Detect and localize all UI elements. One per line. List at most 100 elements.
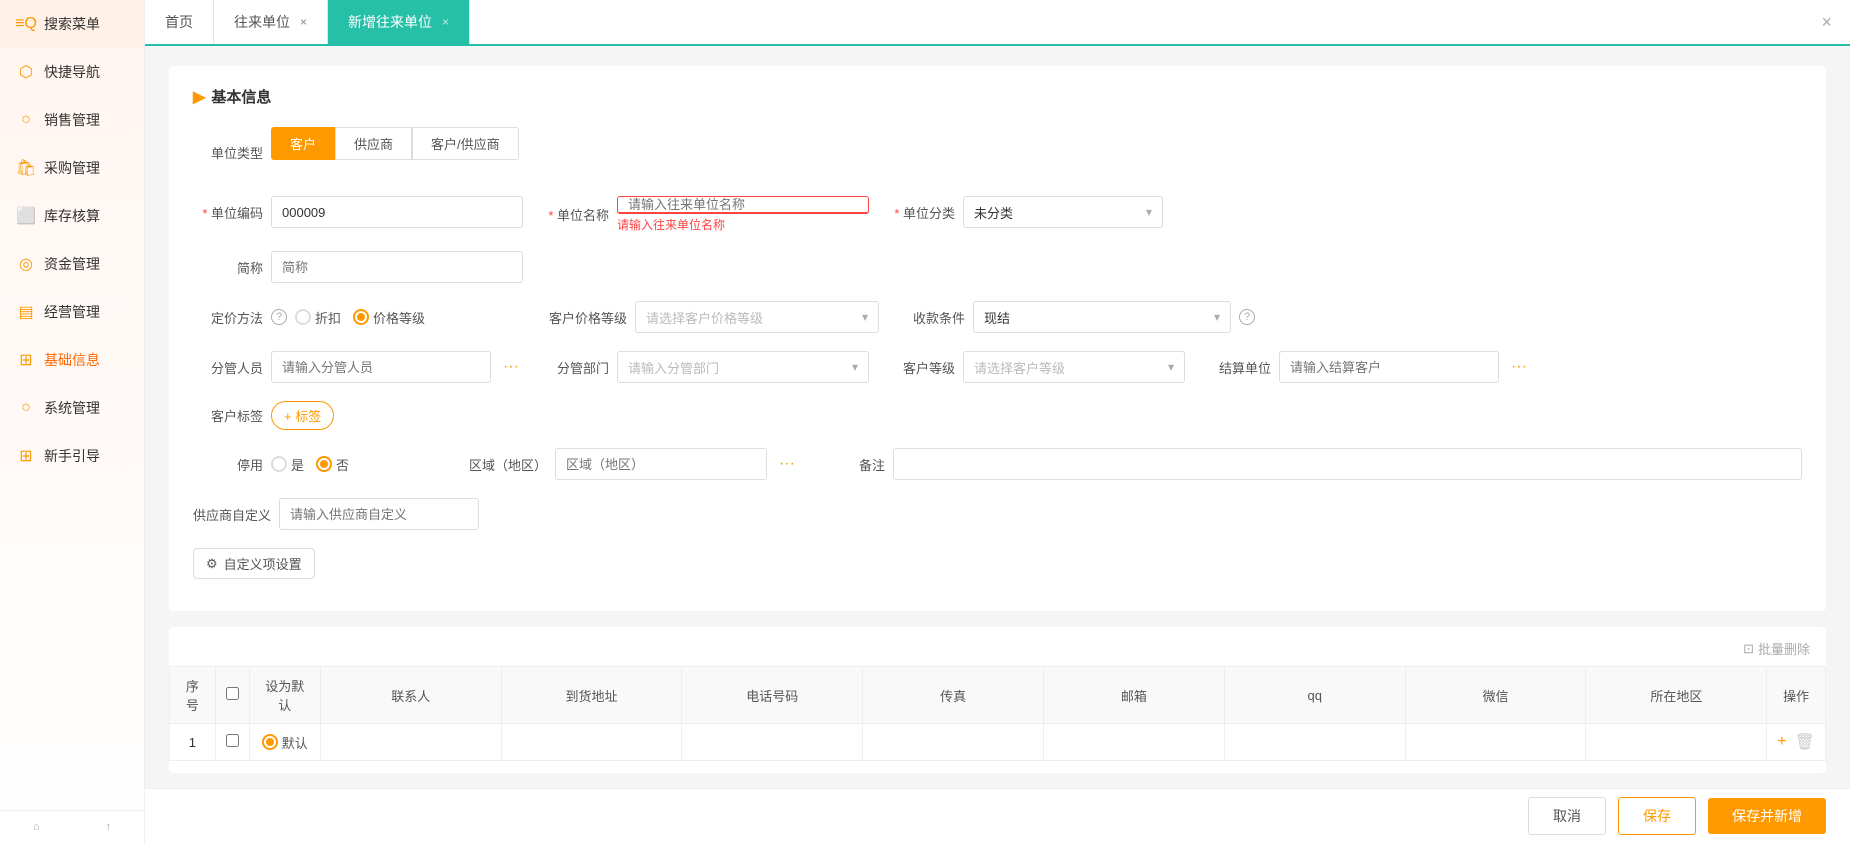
unit-code-input[interactable] bbox=[271, 196, 523, 228]
sidebar-item-quick-nav[interactable]: ⬡ 快捷导航 bbox=[0, 48, 144, 96]
custom-settings-button[interactable]: ⚙ 自定义项设置 bbox=[193, 548, 315, 579]
wechat-input[interactable] bbox=[1416, 735, 1576, 750]
tag-add-button[interactable]: + 标签 bbox=[271, 401, 334, 430]
tab-bar-close-btn[interactable]: × bbox=[1803, 12, 1850, 33]
btn-both[interactable]: 客户/供应商 bbox=[412, 127, 519, 160]
settlement-input[interactable] bbox=[1279, 351, 1499, 383]
col-header-address: 到货地址 bbox=[501, 667, 682, 724]
sidebar-bottom-btn-2[interactable]: ↑ bbox=[106, 821, 112, 833]
sidebar-item-sales[interactable]: ○ 销售管理 bbox=[0, 96, 144, 144]
batch-delete-button[interactable]: ⊡ 批量删除 bbox=[1743, 639, 1810, 658]
dept-select[interactable]: 请输入分管部门 ▾ bbox=[617, 351, 869, 383]
manager-input[interactable] bbox=[271, 351, 491, 383]
custom-settings-area: ⚙ 自定义项设置 bbox=[193, 548, 1802, 591]
save-and-new-button[interactable]: 保存并新增 bbox=[1708, 798, 1826, 834]
btn-customer[interactable]: 客户 bbox=[271, 127, 335, 160]
tab-new-contact[interactable]: 新增往来单位 × bbox=[328, 0, 470, 44]
customer-level-placeholder: 请选择客户等级 bbox=[974, 358, 1065, 377]
section-icon: ▶ bbox=[193, 87, 205, 107]
supplier-custom-input[interactable] bbox=[279, 498, 479, 530]
region-table-input[interactable] bbox=[1596, 735, 1756, 750]
col-header-qq: qq bbox=[1224, 667, 1405, 724]
unit-name-input[interactable] bbox=[617, 196, 869, 214]
sidebar-bottom-btn-1[interactable]: ⌂ bbox=[33, 821, 40, 833]
cell-default: 默认 bbox=[249, 724, 320, 761]
default-radio-circle bbox=[262, 734, 278, 750]
sidebar-item-label: 资金管理 bbox=[44, 254, 100, 274]
payment-terms-help-icon[interactable]: ? bbox=[1239, 309, 1255, 325]
delete-row-button[interactable]: 🗑 bbox=[1795, 732, 1815, 752]
region-more-icon[interactable]: ··· bbox=[775, 455, 799, 473]
cancel-button[interactable]: 取消 bbox=[1528, 797, 1606, 835]
radio-price-level-label: 价格等级 bbox=[373, 308, 425, 327]
unit-category-select[interactable]: 未分类 ▾ bbox=[963, 196, 1163, 228]
customer-price-select[interactable]: 请选择客户价格等级 ▾ bbox=[635, 301, 879, 333]
tab-contacts-label: 往来单位 bbox=[234, 12, 290, 32]
sidebar-item-inventory[interactable]: ⬜ 库存核算 bbox=[0, 192, 144, 240]
radio-discount-label: 折扣 bbox=[315, 308, 341, 327]
page-content: ▶ 基本信息 单位类型 客户 供应商 客户/供应商 单位编码 bbox=[145, 46, 1850, 788]
customer-price-group: 客户价格等级 请选择客户价格等级 ▾ bbox=[549, 301, 879, 333]
short-name-group: 简称 bbox=[193, 251, 523, 283]
fax-input[interactable] bbox=[873, 735, 1033, 750]
remark-input[interactable] bbox=[893, 448, 1802, 480]
col-header-checkbox bbox=[215, 667, 249, 724]
sidebar-item-finance[interactable]: ◎ 资金管理 bbox=[0, 240, 144, 288]
add-row-button[interactable]: + bbox=[1777, 733, 1786, 751]
btn-supplier[interactable]: 供应商 bbox=[335, 127, 412, 160]
sidebar-item-guide[interactable]: ⊞ 新手引导 bbox=[0, 432, 144, 480]
main-content: 首页 往来单位 × 新增往来单位 × × ▶ 基本信息 单位类型 客 bbox=[145, 0, 1850, 843]
sidebar-item-base-info[interactable]: ⊞ 基础信息 bbox=[0, 336, 144, 384]
radio-no[interactable]: 否 bbox=[316, 455, 349, 474]
section-title-text: 基本信息 bbox=[211, 86, 271, 107]
customer-level-select[interactable]: 请选择客户等级 ▾ bbox=[963, 351, 1185, 383]
table-header: 序号 设为默认 联系人 到货地址 电话号码 传真 邮箱 qq 微信 所在地区 操… bbox=[170, 667, 1826, 724]
radio-discount[interactable]: 折扣 bbox=[295, 308, 341, 327]
col-header-ops: 操作 bbox=[1767, 667, 1826, 724]
select-all-checkbox[interactable] bbox=[226, 687, 239, 700]
customer-price-label: 客户价格等级 bbox=[549, 308, 627, 327]
tab-new-contact-label: 新增往来单位 bbox=[348, 12, 432, 32]
supplier-custom-group: 供应商自定义 bbox=[193, 498, 593, 530]
manager-row: 分管人员 ··· 分管部门 请输入分管部门 ▾ 客户等级 请选择客户等级 ▾ bbox=[193, 351, 1802, 383]
radio-price-level[interactable]: 价格等级 bbox=[353, 308, 425, 327]
sidebar-item-purchase[interactable]: 🛍 采购管理 bbox=[0, 144, 144, 192]
payment-terms-value: 现结 bbox=[984, 308, 1010, 327]
unit-category-group: 单位分类 未分类 ▾ bbox=[885, 196, 1215, 228]
radio-yes-circle bbox=[271, 456, 287, 472]
cell-qq bbox=[1224, 724, 1405, 761]
save-button[interactable]: 保存 bbox=[1618, 797, 1696, 835]
sidebar-item-operations[interactable]: ▤ 经营管理 bbox=[0, 288, 144, 336]
payment-terms-select[interactable]: 现结 ▾ bbox=[973, 301, 1231, 333]
sidebar-item-search[interactable]: ≡Q 搜索菜单 bbox=[0, 0, 144, 48]
basic-info-section: ▶ 基本信息 单位类型 客户 供应商 客户/供应商 单位编码 bbox=[169, 66, 1826, 611]
tab-home[interactable]: 首页 bbox=[145, 0, 214, 44]
qq-input[interactable] bbox=[1235, 735, 1395, 750]
table-actions: ⊡ 批量删除 bbox=[169, 639, 1826, 666]
manager-more-icon[interactable]: ··· bbox=[499, 358, 523, 376]
radio-no-label: 否 bbox=[336, 455, 349, 474]
sidebar-item-label: 系统管理 bbox=[44, 398, 100, 418]
chart-icon: ○ bbox=[16, 110, 36, 130]
tab-new-contact-close[interactable]: × bbox=[442, 15, 449, 29]
default-radio-item[interactable]: 默认 bbox=[260, 733, 310, 752]
sidebar-item-system[interactable]: ○ 系统管理 bbox=[0, 384, 144, 432]
phone-input[interactable] bbox=[692, 735, 852, 750]
region-input[interactable] bbox=[555, 448, 767, 480]
tab-contacts[interactable]: 往来单位 × bbox=[214, 0, 328, 44]
address-input[interactable] bbox=[512, 735, 672, 750]
row-checkbox[interactable] bbox=[226, 734, 239, 747]
email-input[interactable] bbox=[1054, 735, 1214, 750]
contact-input[interactable] bbox=[331, 735, 491, 750]
search-icon: ≡Q bbox=[16, 14, 36, 34]
list-icon: ▤ bbox=[16, 302, 36, 322]
sidebar-item-label: 基础信息 bbox=[44, 350, 100, 370]
settlement-more-icon[interactable]: ··· bbox=[1507, 358, 1531, 376]
radio-discount-circle bbox=[295, 309, 311, 325]
cell-address bbox=[501, 724, 682, 761]
price-method-help-icon[interactable]: ? bbox=[271, 309, 287, 325]
radio-yes[interactable]: 是 bbox=[271, 455, 304, 474]
short-name-input[interactable] bbox=[271, 251, 523, 283]
col-header-seq: 序号 bbox=[170, 667, 216, 724]
tab-contacts-close[interactable]: × bbox=[300, 15, 307, 29]
